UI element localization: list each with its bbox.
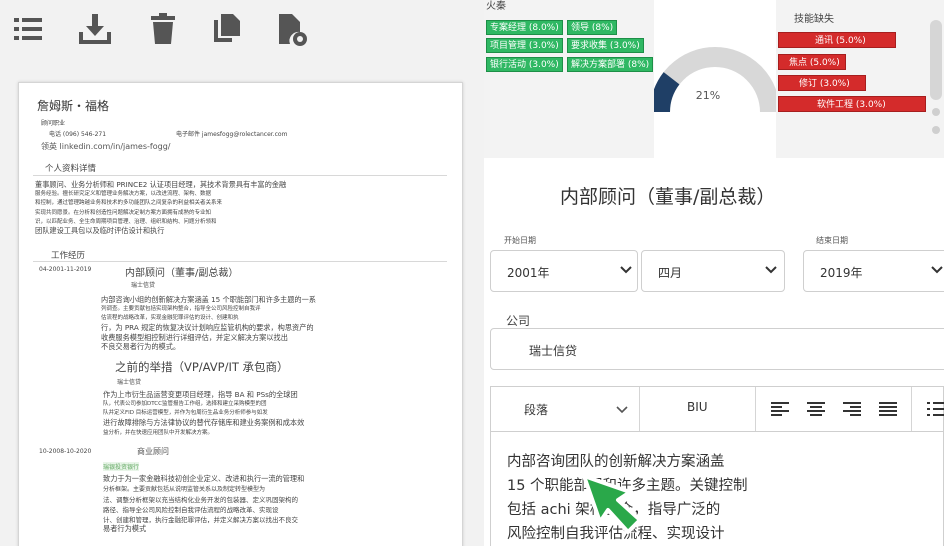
job-line: 估流程的战略改革，实现金融犯罪评估的设计、创建和执 <box>101 315 239 321</box>
resume-phone: 电话 (096) 546-271 <box>49 131 107 138</box>
profile-line: 服务经验。擅长研究定义和管理业务解决方案，以改进流程、架构、数据 <box>35 191 212 197</box>
job-dates: 10-2008-10-2020 <box>39 448 92 455</box>
matched-skill-tag: 领导 (8%) <box>567 20 618 35</box>
missing-skill-tag: 通讯 (5.0%) <box>778 32 896 48</box>
form-job-title: 内部顾问（董事/副总裁） <box>560 186 776 208</box>
end-year-select[interactable]: 2019年 <box>803 250 944 292</box>
job-line: 易者行为模式 <box>103 524 147 533</box>
scroll-indicator <box>932 126 940 134</box>
job-line: 列调查。主要贡献包括实现架构整合，指导全公司风险控制自我评 <box>101 306 261 312</box>
resume-document: 詹姆斯・福格 顾问职业 电话 (096) 546-271 电子邮件 jamesf… <box>18 82 463 546</box>
trash-icon[interactable] <box>146 12 180 46</box>
align-left-icon[interactable] <box>771 401 789 417</box>
toolbar-separator <box>639 387 640 433</box>
missing-skill-label: 修订 (3.0%) <box>799 79 850 89</box>
editor-panel: 火秦 专案经理 (8.0%) 领导 (8%) 项目管理 (3.0%) 要求收集 … <box>484 0 944 546</box>
job-title: 商业顾问 <box>137 447 169 456</box>
job-company: 瑞银投资银行 <box>103 462 140 471</box>
skills-section-label: 火秦 <box>486 1 506 12</box>
matched-skill-tag: 专案经理 (8.0%) <box>486 20 563 35</box>
file-settings-icon[interactable] <box>274 12 308 46</box>
bold-italic-underline-buttons[interactable]: BIU <box>687 400 708 414</box>
divider <box>33 261 447 262</box>
download-icon[interactable] <box>78 12 112 46</box>
toolbar-separator <box>911 387 912 433</box>
missing-skill-tag: 焦点 (5.0%) <box>778 54 846 70</box>
resume-preview-panel: 詹姆斯・福格 顾问职业 电话 (096) 546-271 电子邮件 jamesf… <box>0 0 484 546</box>
job-line: 队并定义FID 目标运营模型，并作为包周衍生品业务分析师参与如发 <box>103 410 268 416</box>
toolbar <box>0 0 484 60</box>
resume-name: 詹姆斯・福格 <box>37 99 110 113</box>
resume-subtitle: 顾问职业 <box>41 120 66 127</box>
skills-scrollbar[interactable] <box>930 20 942 100</box>
chevron-down-icon <box>620 266 632 274</box>
matched-skill-tag: 银行活动 (3.0%) <box>486 57 563 72</box>
job-line: 致力于为一家金融科技初创企业定义、改进和执行一流的管理和 <box>103 474 305 483</box>
job-company: 瑞士信贷 <box>117 379 142 386</box>
description-editor[interactable]: 内部咨询团队的创新解决方案涵盖 15 个职能部门和许多主题。关键控制 包括 ac… <box>490 431 944 546</box>
profile-line: 识，以匹配业务、全生命周期项目管理、治理、组织和结构、问题分析领和 <box>35 219 217 225</box>
matched-skill-tag: 要求收集 (3.0%) <box>567 38 644 53</box>
scroll-indicator <box>932 108 940 116</box>
job-line: 计、创建和管理，执行金融犯罪评估，并定义解决方案以找出不良交 <box>103 516 298 524</box>
skills-section: 火秦 专案经理 (8.0%) 领导 (8%) 项目管理 (3.0%) 要求收集 … <box>484 0 944 158</box>
toolbar-separator <box>755 387 756 433</box>
paragraph-style-value[interactable]: 段落 <box>524 401 548 418</box>
gauge-fill <box>650 72 680 113</box>
start-date-label: 开始日期 <box>502 235 538 246</box>
cursor-arrow-icon <box>582 474 642 534</box>
job-company: 瑞士信贷 <box>131 282 156 289</box>
matched-skill-tag: 解决方案部署 (8%) <box>567 57 654 72</box>
align-right-icon[interactable] <box>843 401 861 417</box>
resume-linkedin: 领英 linkedin.com/in/james-fogg/ <box>41 142 171 151</box>
job-line: 行，为 PRA 规定的恢复决议计划响应监管机构的要求，构思资产的 <box>101 323 314 332</box>
matched-skill-tag: 项目管理 (3.0%) <box>486 38 563 53</box>
experience-heading: 工作经历 <box>51 251 86 261</box>
job-line: 分析框架。主要贡献包括从说明监管关系以及制定转型模型为 <box>103 486 266 493</box>
divider <box>33 175 447 176</box>
missing-skill-label: 通讯 (5.0%) <box>815 36 866 46</box>
profile-line: 团队建设工具包以及临时评估设计和执行 <box>35 226 165 235</box>
job-title: 之前的举措（VP/AVP/IT 承包商） <box>115 360 289 374</box>
profile-heading: 个人资料详情 <box>45 164 97 174</box>
match-gauge-card: 21% <box>650 0 780 158</box>
skill-gap-title: 技能缺失 <box>794 14 834 25</box>
job-dates: 04-2001-11-2019 <box>39 266 92 273</box>
missing-skill-label: 软件工程 (3.0%) <box>817 100 886 110</box>
missing-skill-tag: 软件工程 (3.0%) <box>778 96 926 112</box>
job-line: 法、调整分析框架以充当结构化业务开发的包装器、定义巩固架构的 <box>103 496 298 504</box>
editor-toolbar: 段落 BIU <box>490 386 944 433</box>
editor-text-line: 内部咨询团队的创新解决方案涵盖 <box>507 454 725 470</box>
chevron-down-icon <box>765 266 777 274</box>
align-justify-icon[interactable] <box>879 401 897 417</box>
list-icon[interactable] <box>12 12 46 46</box>
end-year-value: 2019年 <box>820 266 863 280</box>
job-line: 队，代表公司参加DTCC监管报告工作组，选择和建立采购模型的团 <box>103 401 267 407</box>
align-center-icon[interactable] <box>807 401 825 417</box>
resume-email: 电子邮件 jamesfogg@rolectancer.com <box>176 131 288 138</box>
job-line: 不良交易者行为的模式。 <box>101 342 181 351</box>
copy-icon[interactable] <box>210 12 244 46</box>
company-input[interactable]: 瑞士信贷 <box>490 328 944 370</box>
profile-line: 和控制，通过管理跨越业务和技术的多功能团队之间复杂的利益相关者关系来 <box>35 200 223 206</box>
gauge-value: 21% <box>696 89 720 102</box>
end-date-label: 结束日期 <box>814 235 850 246</box>
match-gauge: 21% <box>650 47 780 113</box>
chevron-down-icon[interactable] <box>615 403 629 417</box>
job-title: 内部顾问（董事/副总裁） <box>125 268 239 279</box>
job-line: 益分析，并在快速应用团队中开发解决方案。 <box>103 430 214 436</box>
company-label: 公司 <box>506 314 531 328</box>
bullet-list-icon[interactable] <box>927 401 944 417</box>
job-line: 进行故障排除与方法律协议的替代存储库和建业务案例和成本效 <box>103 418 305 427</box>
company-value: 瑞士信贷 <box>529 344 578 358</box>
start-month-value: 四月 <box>658 266 683 280</box>
missing-skill-label: 焦点 (5.0%) <box>789 58 840 68</box>
job-line: 路径、指导全公司风险控制自我评估流程的战略改革、实现设 <box>103 506 279 514</box>
start-year-select[interactable]: 2001年 <box>490 250 638 292</box>
missing-skill-tag: 修订 (3.0%) <box>778 75 866 91</box>
chevron-down-icon <box>931 266 943 274</box>
profile-line: 实现共同愿景。在分析和创造性问题解决定制方案方面拥有成熟的专业知 <box>35 210 212 216</box>
start-year-value: 2001年 <box>507 266 550 280</box>
start-month-select[interactable]: 四月 <box>641 250 785 292</box>
